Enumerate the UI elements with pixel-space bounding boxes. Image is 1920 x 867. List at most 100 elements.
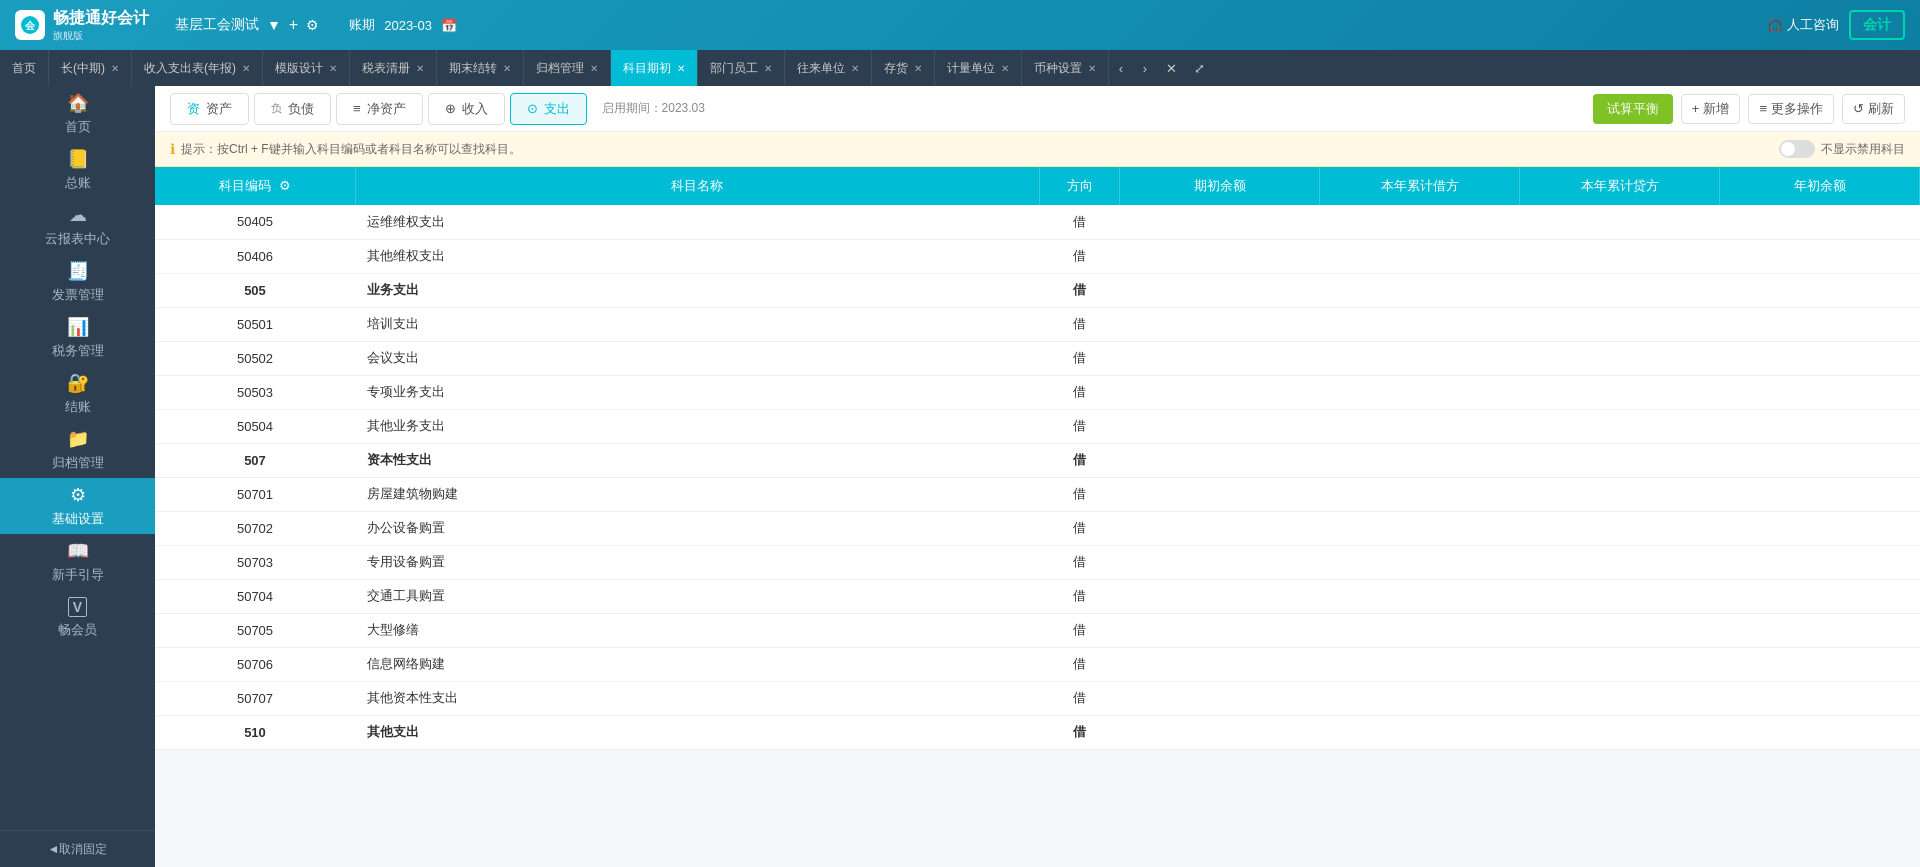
service-button[interactable]: 🎧 人工咨询: [1767, 16, 1839, 34]
top-header: 会 畅捷通好会计 旗舰版 基层工会测试 ▼ + ⚙ 账期 2023-03 📅 🎧…: [0, 0, 1920, 50]
refresh-button[interactable]: ↺ 刷新: [1842, 94, 1905, 124]
calendar-icon[interactable]: 📅: [441, 18, 457, 33]
refresh-icon: ↺: [1853, 101, 1864, 116]
cell-year-balance: [1720, 647, 1920, 681]
tab-unit[interactable]: 计量单位 ✕: [935, 50, 1022, 86]
sidebar-item-archive[interactable]: 📁 归档管理: [0, 422, 155, 478]
sidebar-item-guide[interactable]: 📖 新手引导: [0, 534, 155, 590]
sidebar-item-settings[interactable]: ⚙ 基础设置: [0, 478, 155, 534]
tab-dept-close[interactable]: ✕: [764, 63, 772, 74]
table-header-row: 科目编码 ⚙ 科目名称 方向 期初余额 本年累计借方 本年累计贷方 年初余额: [155, 167, 1920, 205]
sidebar-label-reports: 云报表中心: [45, 230, 110, 248]
tab-counterpart[interactable]: 往来单位 ✕: [785, 50, 872, 86]
cell-code: 50501: [155, 307, 355, 341]
sub-tab-assets[interactable]: 资 资产: [170, 93, 249, 125]
sidebar: 🏠 首页 📒 总账 ☁ 云报表中心 🧾 发票管理 📊 税务管理 🔐 结账 📁 归…: [0, 86, 155, 867]
tab-subject-init-close[interactable]: ✕: [677, 63, 685, 74]
sidebar-label-invoice: 发票管理: [52, 286, 104, 304]
sidebar-item-home[interactable]: 🏠 首页: [0, 86, 155, 142]
sidebar-item-tax[interactable]: 📊 税务管理: [0, 310, 155, 366]
tab-subject-init[interactable]: 科目期初 ✕: [611, 50, 698, 86]
more-button[interactable]: ≡ 更多操作: [1748, 94, 1834, 124]
table-row: 50504 其他业务支出 借: [155, 409, 1920, 443]
cell-year-balance: [1720, 273, 1920, 307]
cell-period-balance: [1120, 375, 1320, 409]
tab-dept-label: 部门员工: [710, 60, 758, 77]
cell-name: 会议支出: [355, 341, 1040, 375]
tab-currency-close[interactable]: ✕: [1088, 63, 1096, 74]
tab-tax[interactable]: 税表清册 ✕: [350, 50, 437, 86]
sidebar-label-member: 畅会员: [58, 621, 97, 639]
sub-tab-income[interactable]: ⊕ 收入: [428, 93, 505, 125]
tab-dept[interactable]: 部门员工 ✕: [698, 50, 785, 86]
sidebar-item-close[interactable]: 🔐 结账: [0, 366, 155, 422]
cell-year-debit: [1320, 545, 1520, 579]
tab-archive[interactable]: 归档管理 ✕: [524, 50, 611, 86]
sidebar-item-invoice[interactable]: 🧾 发票管理: [0, 254, 155, 310]
company-name: 基层工会测试: [175, 16, 259, 34]
tab-bar-close-btn[interactable]: ✕: [1157, 50, 1185, 86]
account-button[interactable]: 会计: [1849, 10, 1905, 40]
cell-code: 507: [155, 443, 355, 477]
cell-year-balance: [1720, 511, 1920, 545]
tab-archive-close[interactable]: ✕: [590, 63, 598, 74]
add-company-icon[interactable]: +: [289, 16, 298, 34]
cell-year-debit: [1320, 511, 1520, 545]
tab-template-close[interactable]: ✕: [329, 63, 337, 74]
cell-direction: 借: [1040, 613, 1120, 647]
tab-unit-close[interactable]: ✕: [1001, 63, 1009, 74]
cell-name: 信息网络购建: [355, 647, 1040, 681]
tab-period-end-close[interactable]: ✕: [503, 63, 511, 74]
cell-year-credit: [1520, 273, 1720, 307]
cell-name: 业务支出: [355, 273, 1040, 307]
balance-button[interactable]: 试算平衡: [1593, 94, 1673, 124]
tab-template[interactable]: 模版设计 ✕: [263, 50, 350, 86]
sub-tab-liabilities[interactable]: 负 负债: [254, 93, 331, 125]
cell-direction: 借: [1040, 579, 1120, 613]
cell-year-debit: [1320, 375, 1520, 409]
invoice-icon: 🧾: [67, 260, 89, 282]
toggle-switch[interactable]: [1779, 140, 1815, 158]
tab-trial-close[interactable]: ✕: [111, 63, 119, 74]
tab-next-btn[interactable]: ›: [1133, 50, 1157, 86]
sidebar-item-member[interactable]: V 畅会员: [0, 590, 155, 646]
cell-year-credit: [1520, 205, 1720, 239]
table-row: 505 业务支出 借: [155, 273, 1920, 307]
tab-home[interactable]: 首页: [0, 50, 49, 86]
col-settings-icon[interactable]: ⚙: [279, 178, 291, 193]
tab-expand-btn[interactable]: ⤢: [1185, 50, 1213, 86]
cell-year-debit: [1320, 341, 1520, 375]
tab-stock[interactable]: 存货 ✕: [872, 50, 935, 86]
home-icon: 🏠: [67, 92, 89, 114]
tab-currency[interactable]: 币种设置 ✕: [1022, 50, 1109, 86]
period-label: 账期: [349, 16, 375, 34]
tab-trial[interactable]: 长(中期) ✕: [49, 50, 132, 86]
cell-name: 办公设备购置: [355, 511, 1040, 545]
cell-direction: 借: [1040, 341, 1120, 375]
collapse-button[interactable]: ◄取消固定: [0, 831, 155, 867]
tab-period-end[interactable]: 期末结转 ✕: [437, 50, 524, 86]
sub-tab-bar: 资 资产 负 负债 ≡ 净资产 ⊕ 收入 ⊙ 支出 启用期间：2023.03 试…: [155, 86, 1920, 132]
settings-icon[interactable]: ⚙: [306, 17, 319, 33]
cell-year-credit: [1520, 647, 1720, 681]
sidebar-label-tax: 税务管理: [52, 342, 104, 360]
cell-direction: 借: [1040, 511, 1120, 545]
tab-tax-close[interactable]: ✕: [416, 63, 424, 74]
dropdown-icon[interactable]: ▼: [267, 17, 281, 33]
tab-income[interactable]: 收入支出表(年报) ✕: [132, 50, 263, 86]
sidebar-item-reports[interactable]: ☁ 云报表中心: [0, 198, 155, 254]
sidebar-item-ledger[interactable]: 📒 总账: [0, 142, 155, 198]
sub-tab-net-assets[interactable]: ≡ 净资产: [336, 93, 423, 125]
tab-income-close[interactable]: ✕: [242, 63, 250, 74]
tab-stock-close[interactable]: ✕: [914, 63, 922, 74]
period-info: 账期 2023-03 📅: [349, 16, 457, 34]
tab-prev-btn[interactable]: ‹: [1109, 50, 1133, 86]
logo-sub: 旗舰版: [53, 29, 149, 43]
tip-bar: ℹ 提示：按Ctrl + F键并输入科目编码或者科目名称可以查找科目。 不显示禁…: [155, 132, 1920, 167]
cell-year-debit: [1320, 307, 1520, 341]
add-button[interactable]: + 新增: [1681, 94, 1741, 124]
company-selector[interactable]: 基层工会测试 ▼ + ⚙: [175, 16, 319, 34]
more-label: 更多操作: [1771, 100, 1823, 118]
tab-counterpart-close[interactable]: ✕: [851, 63, 859, 74]
sub-tab-expenditure[interactable]: ⊙ 支出: [510, 93, 587, 125]
